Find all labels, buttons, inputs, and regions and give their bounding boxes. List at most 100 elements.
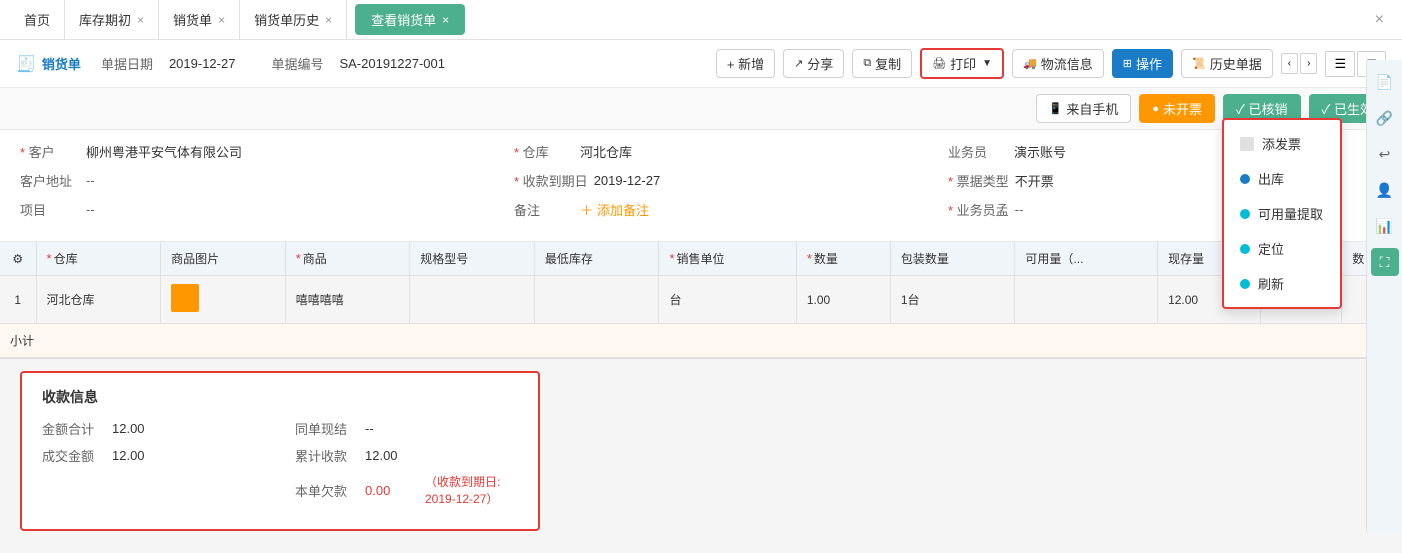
table-row: 1 河北仓库 嘻嘻嘻嘻 台 1.00 1台 12.00 0. xyxy=(0,276,1402,324)
row-qty: 1.00 xyxy=(796,276,890,324)
outstanding-field: 本单欠款 0.00 （收款到期日: 2019-12-27） xyxy=(295,473,518,507)
sidebar-expand-icon[interactable]: ⛶ xyxy=(1371,248,1399,276)
col-min-stock: 最低库存 xyxy=(534,242,659,276)
same-order-settle-field: 同单现结 -- xyxy=(295,419,518,438)
tab-close-sales[interactable]: × xyxy=(218,13,225,27)
print-button[interactable]: 🖨 打印 ▼ xyxy=(920,48,1004,79)
doc-actions: + 新增 ↗ 分享 ⧉ 复制 🖨 打印 ▼ 🚚 物流信息 ⊞ 操作 📜 历史单据… xyxy=(716,48,1386,79)
col-unit: *销售单位 xyxy=(659,242,796,276)
total-collected-label: 累计收款 xyxy=(295,446,365,465)
sidebar-doc-icon[interactable]: 📄 xyxy=(1371,68,1399,96)
locate-icon xyxy=(1240,244,1250,254)
refresh-icon xyxy=(1240,279,1250,289)
doc-header: 🧾 销货单 单据日期 2019-12-27 单据编号 SA-20191227-0… xyxy=(0,40,1402,88)
right-sidebar: 📄 🔗 ↩ 👤 📊 ⛶ xyxy=(1366,60,1402,533)
summary-area: 收款信息 金额合计 12.00 同单现结 -- 成交金额 12.00 累计收款 … xyxy=(20,371,540,531)
locate-item[interactable]: 定位 xyxy=(1224,231,1340,266)
tab-sales-history[interactable]: 销货单历史 × xyxy=(240,0,347,40)
sidebar-refresh-icon[interactable]: ↩ xyxy=(1371,140,1399,168)
settings-col-header: ⚙ xyxy=(0,242,36,276)
staff2-label: 业务员孟 xyxy=(948,200,1009,219)
project-label: 项目 xyxy=(20,200,80,219)
customer-field: 客户 柳州粤港平安气体有限公司 xyxy=(20,142,454,161)
col-img: 商品图片 xyxy=(161,242,286,276)
same-order-settle-label: 同单现结 xyxy=(295,419,365,438)
note-field: 备注 ＋ 添加备注 xyxy=(514,200,948,219)
form-row-1: 客户 柳州粤港平安气体有限公司 仓库 河北仓库 业务员 演示账号 xyxy=(20,142,1382,161)
sidebar-link-icon[interactable]: 🔗 xyxy=(1371,104,1399,132)
next-button[interactable]: › xyxy=(1300,53,1317,74)
outbound-icon xyxy=(1240,174,1250,184)
customer-value: 柳州粤港平安气体有限公司 xyxy=(86,142,242,161)
from-mobile-button[interactable]: 📱 来自手机 xyxy=(1036,94,1132,123)
col-available: 可用量（... xyxy=(1015,242,1158,276)
deal-amount-value: 12.00 xyxy=(112,448,172,463)
not-open-button[interactable]: ● 未开票 xyxy=(1139,94,1215,123)
staff2-value: -- xyxy=(1015,202,1024,217)
tab-view-sales[interactable]: 查看销货单 × xyxy=(355,4,465,35)
warehouse-value: 河北仓库 xyxy=(580,142,632,161)
share-button[interactable]: ↗ 分享 xyxy=(783,49,844,78)
outbound-item[interactable]: 出库 xyxy=(1224,161,1340,196)
sub-toolbar: 📱 来自手机 ● 未开票 ✓ 已核销 ✓ 已生效 添发票 出库 可用量提取 定位 xyxy=(0,88,1402,130)
nav-arrows: ‹ › xyxy=(1281,53,1318,74)
tab-sales[interactable]: 销货单 × xyxy=(159,0,240,40)
row-product: 嘻嘻嘻嘻 xyxy=(285,276,410,324)
sidebar-chart-icon[interactable]: 📊 xyxy=(1371,212,1399,240)
total-amount-value: 12.00 xyxy=(112,421,172,436)
tab-close-history[interactable]: × xyxy=(325,13,332,27)
add-note-button[interactable]: ＋ 添加备注 xyxy=(580,200,649,219)
subtotal-row: 小计 xyxy=(0,324,1402,358)
outstanding-value: 0.00 xyxy=(365,483,425,498)
address-value: -- xyxy=(86,173,95,188)
total-collected-field: 累计收款 12.00 xyxy=(295,446,518,465)
summary-row-2: 成交金额 12.00 累计收款 12.00 xyxy=(42,446,518,465)
summary-row-3: 本单欠款 0.00 （收款到期日: 2019-12-27） xyxy=(42,473,518,507)
operations-dropdown: 添发票 出库 可用量提取 定位 刷新 xyxy=(1222,118,1342,309)
tab-home[interactable]: 首页 xyxy=(10,0,65,40)
tab-close-view[interactable]: × xyxy=(442,13,449,27)
total-amount-field: 金额合计 12.00 xyxy=(42,419,265,438)
tab-inventory[interactable]: 库存期初 × xyxy=(65,0,159,40)
history-button[interactable]: 📜 历史单据 xyxy=(1181,49,1273,78)
table-header-row: ⚙ *仓库 商品图片 *商品 规格型号 最低库存 *销售单位 *数量 包装数量 … xyxy=(0,242,1402,276)
copy-button[interactable]: ⧉ 复制 xyxy=(852,49,912,78)
row-pkg-qty: 1台 xyxy=(890,276,1015,324)
payment-date-value: 2019-12-27 xyxy=(594,173,661,188)
summary-row-1: 金额合计 12.00 同单现结 -- xyxy=(42,419,518,438)
staff-label: 业务员 xyxy=(948,142,1008,161)
no-label: 单据编号 xyxy=(271,54,323,73)
date-value: 2019-12-27 xyxy=(169,56,236,71)
note-label: 备注 xyxy=(514,200,574,219)
new-button[interactable]: + 新增 xyxy=(716,49,775,78)
warehouse-label: 仓库 xyxy=(514,142,574,161)
operations-button[interactable]: ⊞ 操作 xyxy=(1112,49,1173,78)
ticket-label: 票据类型 xyxy=(948,171,1009,190)
no-value: SA-20191227-001 xyxy=(339,56,445,71)
row-warehouse: 河北仓库 xyxy=(36,276,161,324)
col-qty: *数量 xyxy=(796,242,890,276)
tab-close-inventory[interactable]: × xyxy=(137,13,144,27)
available-qty-item[interactable]: 可用量提取 xyxy=(1224,196,1340,231)
row-min-stock xyxy=(534,276,659,324)
doc-title: 🧾 销货单 xyxy=(16,54,81,74)
sidebar-user-icon[interactable]: 👤 xyxy=(1371,176,1399,204)
col-spec: 规格型号 xyxy=(410,242,535,276)
window-close-button[interactable]: × xyxy=(1367,11,1392,28)
payment-date-label: 收款到期日 xyxy=(514,171,588,190)
prev-button[interactable]: ‹ xyxy=(1281,53,1298,74)
warehouse-field: 仓库 河北仓库 xyxy=(514,142,948,161)
list-view-button[interactable]: ☰ xyxy=(1325,51,1355,77)
row-unit: 台 xyxy=(659,276,796,324)
doc-meta: 单据日期 2019-12-27 单据编号 SA-20191227-001 xyxy=(101,54,716,73)
form-row-3: 项目 -- 备注 ＋ 添加备注 业务员孟 -- xyxy=(20,200,1382,219)
customer-label: 客户 xyxy=(20,142,80,161)
add-invoice-item[interactable]: 添发票 xyxy=(1224,126,1340,161)
products-table: ⚙ *仓库 商品图片 *商品 规格型号 最低库存 *销售单位 *数量 包装数量 … xyxy=(0,242,1402,358)
col-pkg-qty: 包装数量 xyxy=(890,242,1015,276)
refresh-item[interactable]: 刷新 xyxy=(1224,266,1340,301)
logistics-button[interactable]: 🚚 物流信息 xyxy=(1012,49,1104,78)
ticket-value: 不开票 xyxy=(1015,171,1054,190)
table-wrapper: ⚙ *仓库 商品图片 *商品 规格型号 最低库存 *销售单位 *数量 包装数量 … xyxy=(0,242,1402,359)
same-order-settle-value: -- xyxy=(365,421,425,436)
